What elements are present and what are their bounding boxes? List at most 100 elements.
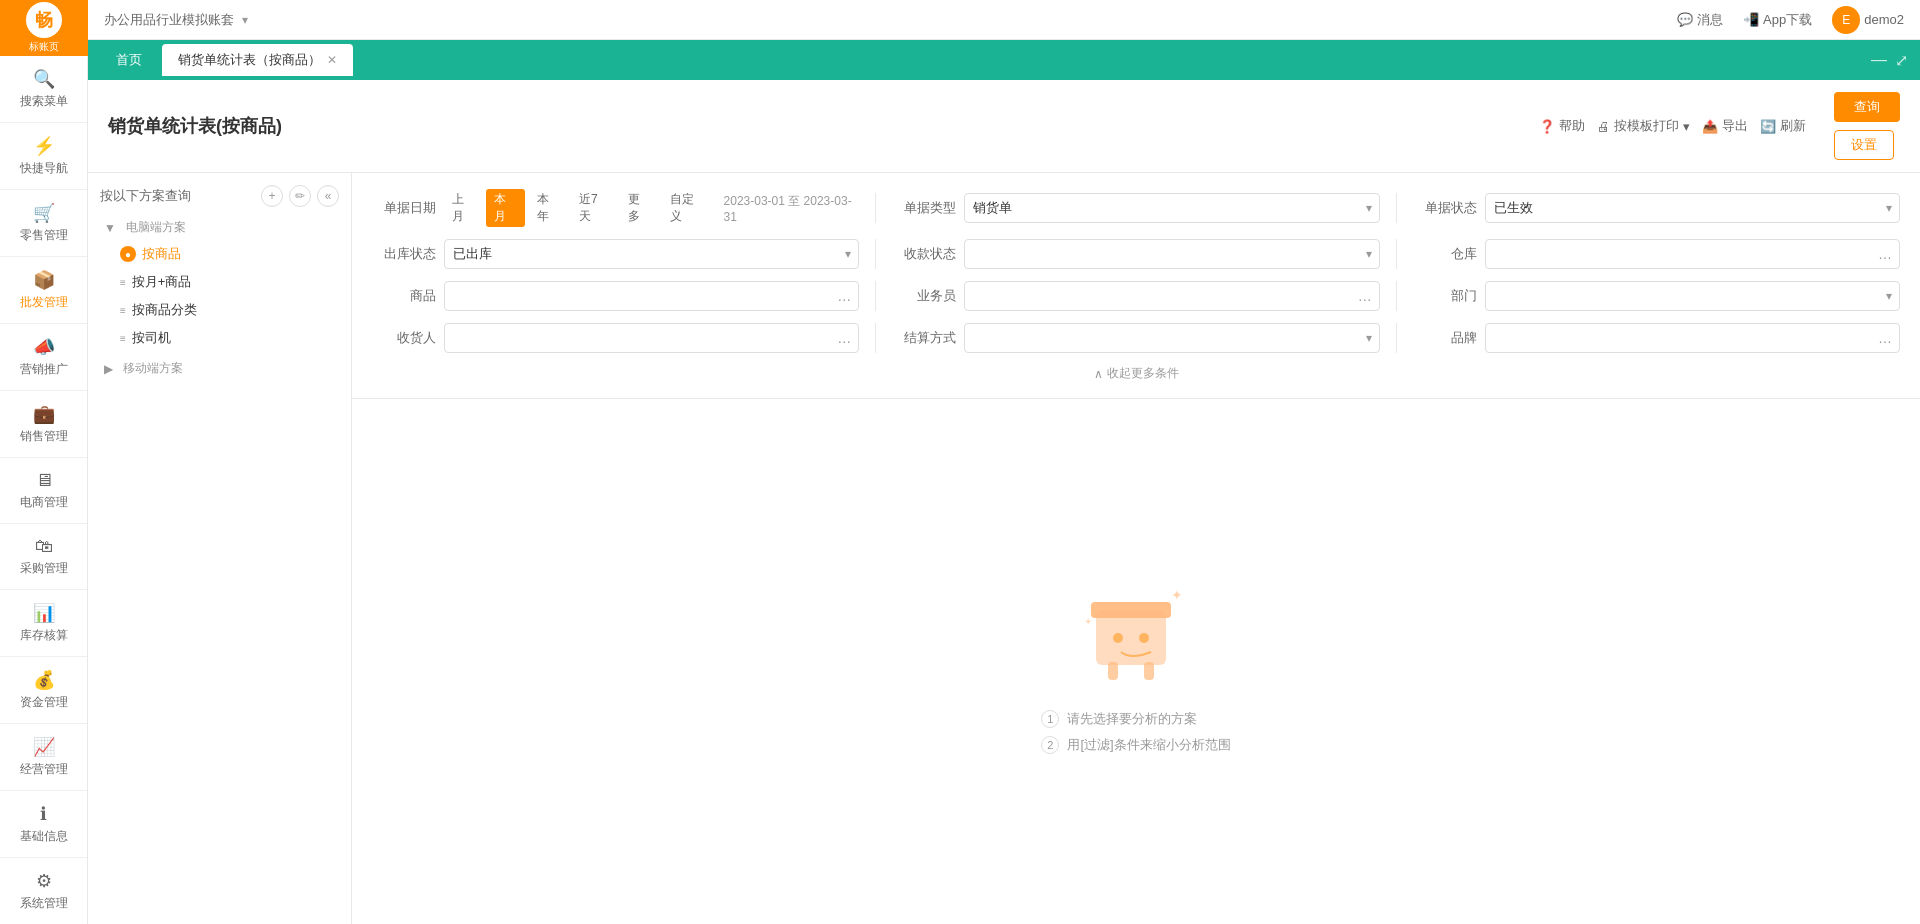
sidebar-item-system[interactable]: ⚙ 系统管理 (0, 858, 87, 924)
sidebar-item-sales[interactable]: 💼 销售管理 (0, 391, 87, 458)
svg-rect-1 (1091, 602, 1171, 618)
message-btn[interactable]: 💬 消息 (1677, 11, 1723, 29)
sidebar-item-marketing[interactable]: 📣 营销推广 (0, 324, 87, 391)
sidebar-item-label: 电商管理 (20, 494, 68, 511)
doc-status-input[interactable] (1485, 193, 1900, 223)
date-btn-current-month[interactable]: 本月 (486, 189, 524, 227)
receiver-dots-icon[interactable]: … (837, 330, 851, 346)
ecommerce-icon: 🖥 (35, 470, 53, 491)
date-range-text: 2023-03-01 至 2023-03-31 (724, 193, 860, 224)
collect-status-label: 收款状态 (892, 245, 956, 263)
tree-item-by-goods[interactable]: ● 按商品 (88, 240, 351, 268)
app-download-btn[interactable]: 📲 App下载 (1743, 11, 1812, 29)
date-btn-7days[interactable]: 近7天 (571, 189, 616, 227)
left-panel-icons: + ✏ « (261, 185, 339, 207)
refresh-icon: 🔄 (1760, 119, 1776, 134)
out-status-label: 出库状态 (372, 245, 436, 263)
tab-home[interactable]: 首页 (100, 44, 158, 76)
tree-item-by-category[interactable]: ≡ 按商品分类 (88, 296, 351, 324)
user-info[interactable]: E demo2 (1832, 6, 1904, 34)
warehouse-input[interactable] (1485, 239, 1900, 269)
sidebar-item-basic[interactable]: ℹ 基础信息 (0, 791, 87, 858)
tab-minimize-icon[interactable]: — (1871, 51, 1887, 70)
collect-status-input[interactable] (964, 239, 1379, 269)
sidebar-item-quick-nav[interactable]: ⚡ 快捷导航 (0, 123, 87, 190)
tree-item-label: 按司机 (132, 329, 171, 347)
sidebar-item-search-menu[interactable]: 🔍 搜索菜单 (0, 56, 87, 123)
tree-section-mobile[interactable]: ▶ 移动端方案 (88, 356, 351, 381)
right-panel: 单据日期 上月 本月 本年 近7天 更多 自定义 20 (352, 173, 1920, 924)
date-btn-custom[interactable]: 自定义 (662, 189, 712, 227)
tree-item-by-month-goods[interactable]: ≡ 按月+商品 (88, 268, 351, 296)
warehouse-dots-icon[interactable]: … (1878, 246, 1892, 262)
doc-status-control: ▾ (1485, 193, 1900, 223)
filter-row-3: 商品 … 业务员 … (372, 281, 1900, 311)
sidebar-item-ecommerce[interactable]: 🖥 电商管理 (0, 458, 87, 524)
doc-status-label: 单据状态 (1413, 199, 1477, 217)
date-btn-last-month[interactable]: 上月 (444, 189, 482, 227)
sidebar-item-inventory[interactable]: 📊 库存核算 (0, 590, 87, 657)
date-btn-current-year[interactable]: 本年 (529, 189, 567, 227)
sidebar-item-wholesale[interactable]: 📦 批发管理 (0, 257, 87, 324)
filter-out-status: 出库状态 ▾ (372, 239, 859, 269)
salesman-label: 业务员 (892, 287, 956, 305)
goods-dots-icon[interactable]: … (837, 288, 851, 304)
tree-item-label: 按商品 (142, 245, 181, 263)
add-scheme-btn[interactable]: + (261, 185, 283, 207)
system-icon: ⚙ (36, 870, 52, 892)
settings-button[interactable]: 设置 (1834, 130, 1894, 160)
brand-input[interactable] (1485, 323, 1900, 353)
sidebar-item-label: 系统管理 (20, 895, 68, 912)
out-status-input[interactable] (444, 239, 859, 269)
sidebar-item-finance[interactable]: 💰 资金管理 (0, 657, 87, 724)
main-area: 办公用品行业模拟账套 ▾ 💬 消息 📲 App下载 E demo2 首页 销货单… (88, 0, 1920, 924)
operation-icon: 📈 (33, 736, 55, 758)
sidebar-item-operation[interactable]: 📈 经营管理 (0, 724, 87, 791)
date-btn-more[interactable]: 更多 (620, 189, 658, 227)
edit-scheme-btn[interactable]: ✏ (289, 185, 311, 207)
empty-svg: ✦ ✦ (1076, 570, 1196, 690)
empty-hint-2: 2 用[过滤]条件来缩小分析范围 (1041, 736, 1230, 754)
help-btn[interactable]: ❓ 帮助 (1539, 117, 1585, 135)
brand-dots-icon[interactable]: … (1878, 330, 1892, 346)
user-avatar: E (1832, 6, 1860, 34)
divider-8 (1396, 323, 1397, 353)
receiver-input[interactable] (444, 323, 859, 353)
settle-control: ▾ (964, 323, 1379, 353)
tree-arrow-icon: ▼ (104, 221, 116, 235)
header-dropdown-icon[interactable]: ▾ (242, 13, 248, 27)
sidebar-item-label: 库存核算 (20, 627, 68, 644)
salesman-dots-icon[interactable]: … (1358, 288, 1372, 304)
svg-text:✦: ✦ (1171, 587, 1183, 603)
hint-text-2: 用[过滤]条件来缩小分析范围 (1067, 736, 1230, 754)
dept-input[interactable] (1485, 281, 1900, 311)
empty-illustration: ✦ ✦ (1076, 570, 1196, 690)
divider-7 (875, 323, 876, 353)
tree-section-pc[interactable]: ▼ 电脑端方案 (88, 215, 351, 240)
query-button[interactable]: 查询 (1834, 92, 1900, 122)
collapse-btn[interactable]: ∧ 收起更多条件 (1094, 365, 1179, 382)
salesman-input[interactable] (964, 281, 1379, 311)
tab-maximize-icon[interactable]: ⤢ (1895, 51, 1908, 70)
collapse-panel-btn[interactable]: « (317, 185, 339, 207)
tree-item-label: 按月+商品 (132, 273, 192, 291)
sidebar-item-label: 资金管理 (20, 694, 68, 711)
settle-input[interactable] (964, 323, 1379, 353)
receiver-label: 收货人 (372, 329, 436, 347)
tree-item-by-cashier[interactable]: ≡ 按司机 (88, 324, 351, 352)
tab-active[interactable]: 销货单统计表（按商品） ✕ (162, 44, 353, 76)
sidebar-item-purchase[interactable]: 🛍 采购管理 (0, 524, 87, 590)
filter-brand: 品牌 … (1413, 323, 1900, 353)
template-print-btn[interactable]: 🖨 按模板打印 ▾ (1597, 117, 1690, 135)
refresh-btn[interactable]: 🔄 刷新 (1760, 117, 1806, 135)
help-label: 帮助 (1559, 117, 1585, 135)
help-icon: ❓ (1539, 119, 1555, 134)
doc-type-control: ▾ (964, 193, 1379, 223)
goods-input[interactable] (444, 281, 859, 311)
divider-6 (1396, 281, 1397, 311)
filter-collect-status: 收款状态 ▾ (892, 239, 1379, 269)
export-btn[interactable]: 📤 导出 (1702, 117, 1748, 135)
doc-type-input[interactable] (964, 193, 1379, 223)
tab-close-icon[interactable]: ✕ (327, 53, 337, 67)
sidebar-item-retail[interactable]: 🛒 零售管理 (0, 190, 87, 257)
